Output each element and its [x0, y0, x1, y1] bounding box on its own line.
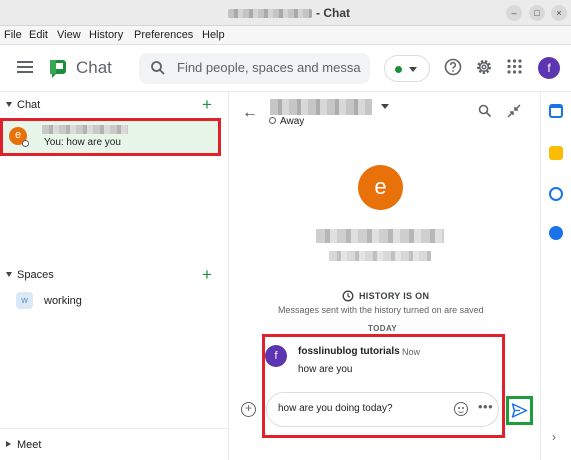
highlight-annotation: [0, 118, 221, 156]
contact-avatar: e: [358, 165, 403, 210]
minimize-button[interactable]: –: [506, 5, 522, 21]
contact-name-redacted: [316, 229, 444, 243]
collapse-icon: [6, 102, 12, 107]
away-status-icon: [269, 117, 276, 124]
new-chat-button[interactable]: +: [202, 95, 212, 115]
add-attachment-icon[interactable]: +: [241, 402, 256, 417]
status-dot: [395, 66, 402, 73]
chat-section-label: Chat: [17, 99, 41, 111]
menu-icon[interactable]: [17, 61, 33, 73]
brand-name: Chat: [76, 58, 112, 77]
highlight-annotation: [262, 334, 505, 438]
window-title-redacted: [228, 9, 312, 18]
account-avatar[interactable]: f: [538, 57, 560, 79]
menu-bar: File Edit View History Preferences Help: [0, 26, 571, 45]
expand-icon: [6, 441, 11, 447]
window-title: - Chat: [316, 6, 350, 20]
space-label: working: [44, 295, 82, 307]
spaces-section-label: Spaces: [17, 269, 54, 281]
space-badge: w: [16, 292, 33, 309]
chat-logo-icon: [50, 60, 66, 78]
calendar-icon[interactable]: [549, 104, 563, 118]
history-clock-icon: [342, 290, 354, 302]
maximize-button[interactable]: □: [529, 5, 545, 21]
menu-help[interactable]: Help: [202, 29, 225, 41]
close-button[interactable]: ×: [551, 5, 567, 21]
status-selector[interactable]: [384, 55, 430, 82]
chat-section-header[interactable]: Chat +: [0, 95, 229, 116]
help-icon[interactable]: [444, 58, 462, 76]
send-icon: [511, 403, 528, 418]
send-button[interactable]: [506, 396, 533, 425]
window-titlebar: - Chat – □ ×: [0, 0, 571, 26]
new-space-button[interactable]: +: [202, 265, 212, 285]
contact-email-redacted: [329, 251, 431, 261]
apps-grid-icon[interactable]: [507, 59, 522, 74]
spaces-section-header[interactable]: Spaces +: [0, 265, 229, 286]
conversation-name-redacted: [270, 99, 372, 115]
keep-icon[interactable]: [549, 146, 563, 160]
menu-view[interactable]: View: [57, 29, 81, 41]
expand-panel-icon[interactable]: ›: [552, 430, 556, 444]
history-title: HISTORY IS ON: [359, 291, 430, 301]
app-header: Chat f: [0, 46, 571, 92]
collapse-icon: [6, 272, 12, 277]
chevron-down-icon[interactable]: [381, 104, 389, 109]
search-icon[interactable]: [478, 104, 492, 118]
side-panel-rail: ›: [540, 92, 571, 460]
menu-edit[interactable]: Edit: [29, 29, 48, 41]
presence-status: Away: [280, 116, 305, 127]
tasks-icon[interactable]: [549, 187, 563, 201]
menu-preferences[interactable]: Preferences: [134, 29, 193, 41]
sidebar-divider: [0, 428, 229, 429]
date-divider: TODAY: [368, 324, 398, 333]
contacts-icon[interactable]: [549, 226, 563, 240]
menu-file[interactable]: File: [4, 29, 22, 41]
history-subtitle: Messages sent with the history turned on…: [278, 305, 484, 315]
menu-history[interactable]: History: [89, 29, 123, 41]
search-input[interactable]: [177, 60, 362, 75]
back-arrow-icon[interactable]: ←: [242, 104, 258, 122]
search-box[interactable]: [139, 53, 370, 84]
chevron-down-icon: [409, 67, 417, 72]
meet-section-label: Meet: [17, 439, 42, 451]
minimize-panel-icon[interactable]: [507, 104, 521, 118]
meet-section-header[interactable]: Meet: [0, 436, 229, 456]
search-icon: [151, 61, 165, 75]
settings-icon[interactable]: [475, 58, 493, 76]
